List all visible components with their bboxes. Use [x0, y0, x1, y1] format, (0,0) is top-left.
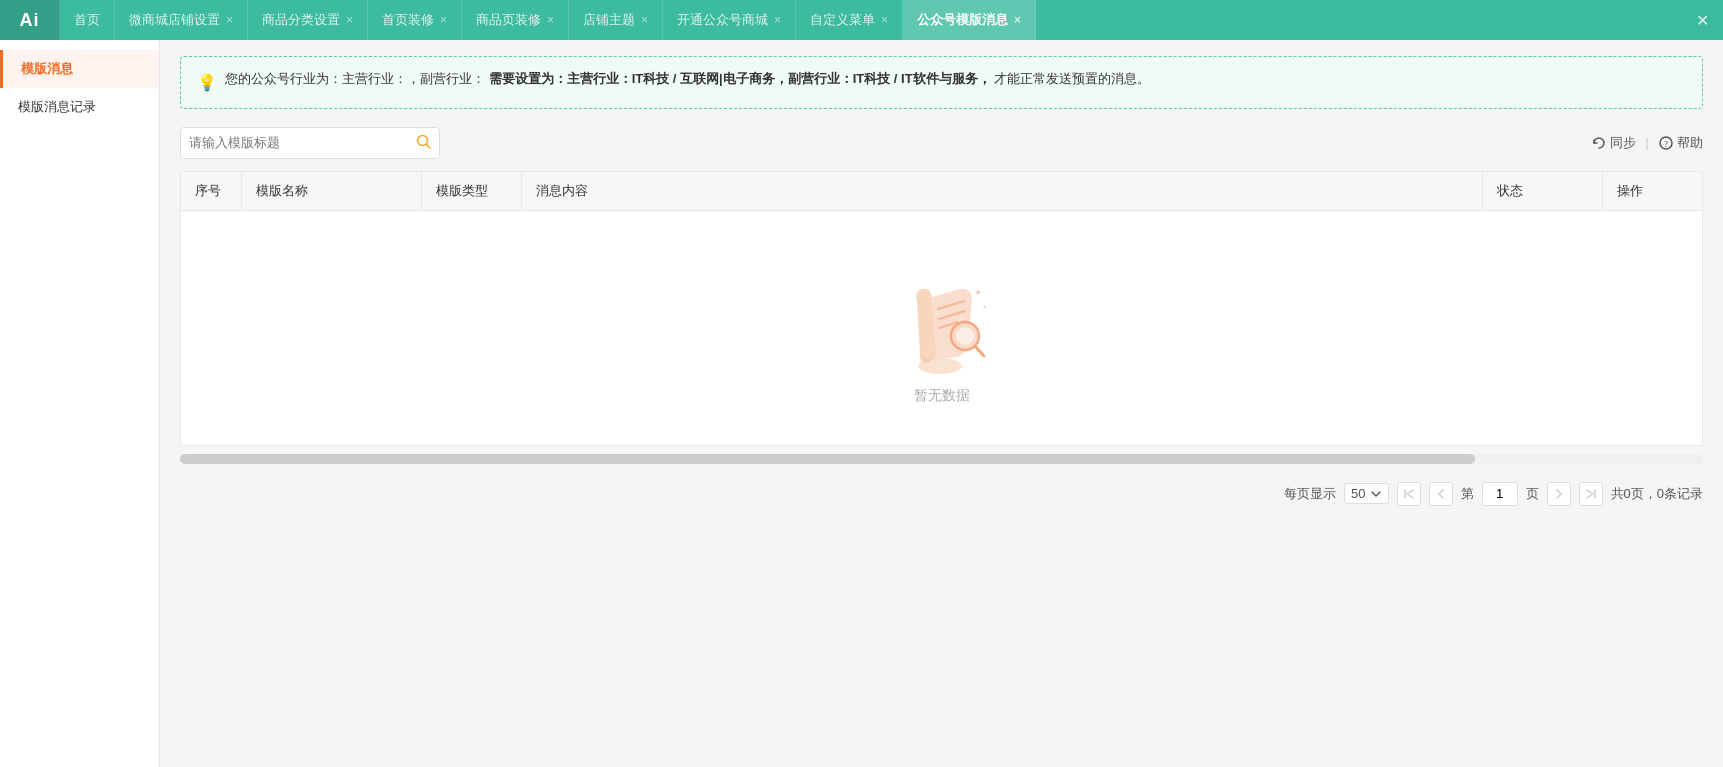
sync-label: 同步 — [1610, 134, 1636, 152]
svg-text:✦: ✦ — [982, 304, 987, 310]
nav-tab-label: 首页 — [74, 11, 100, 29]
close-all-button[interactable]: ✕ — [1682, 11, 1723, 30]
notice-highlight: 需要设置为：主营行业：IT科技 / 互联网|电子商务，副营行业：IT科技 / I… — [489, 71, 991, 86]
sidebar-item-template-message[interactable]: 模版消息 — [0, 50, 159, 88]
col-content: 消息内容 — [521, 172, 1482, 211]
svg-line-10 — [975, 346, 984, 356]
empty-state: ✦ ✦ 暂无数据 — [181, 211, 1702, 445]
col-action: 操作 — [1602, 172, 1702, 211]
nav-tab-shop-theme[interactable]: 店铺主题 × — [569, 0, 663, 40]
nav-tab-label: 首页装修 — [382, 11, 434, 29]
help-label: 帮助 — [1677, 134, 1703, 152]
close-icon[interactable]: × — [881, 13, 888, 27]
page-number-input[interactable] — [1482, 482, 1518, 506]
page-summary: 共0页，0条记录 — [1611, 485, 1703, 503]
main-content: 💡 您的公众号行业为：主营行业：，副营行业： 需要设置为：主营行业：IT科技 /… — [160, 40, 1723, 767]
search-bar: 同步 | ? 帮助 — [180, 127, 1703, 159]
sidebar: 模版消息 模版消息记录 — [0, 40, 160, 767]
empty-text: 暂无数据 — [914, 387, 970, 405]
nav-tab-label: 店铺主题 — [583, 11, 635, 29]
nav-tab-product-decor[interactable]: 商品页装修 × — [462, 0, 569, 40]
close-icon[interactable]: × — [547, 13, 554, 27]
table-wrap: 序号 模版名称 模版类型 消息内容 状态 — [180, 171, 1703, 446]
close-all-icon: ✕ — [1696, 12, 1709, 29]
nav-tab-open-mall[interactable]: 开通公众号商城 × — [663, 0, 796, 40]
nav-tab-product-category[interactable]: 商品分类设置 × — [248, 0, 368, 40]
chevron-down-icon — [1370, 488, 1382, 500]
close-icon[interactable]: × — [774, 13, 781, 27]
nav-tab-label: 微商城店铺设置 — [129, 11, 220, 29]
page-label-pre: 第 — [1461, 485, 1474, 503]
top-nav: Ai 首页 微商城店铺设置 × 商品分类设置 × 首页装修 × 商品页装修 × … — [0, 0, 1723, 40]
sync-icon — [1592, 136, 1606, 150]
nav-tab-shop-setting[interactable]: 微商城店铺设置 × — [115, 0, 248, 40]
first-page-icon — [1403, 488, 1415, 500]
search-input-wrap[interactable] — [180, 127, 440, 159]
search-input[interactable] — [189, 135, 416, 150]
empty-illustration: ✦ ✦ — [892, 271, 992, 371]
last-page-icon — [1585, 488, 1597, 500]
close-icon[interactable]: × — [346, 13, 353, 27]
svg-text:✦: ✦ — [974, 287, 982, 298]
svg-line-1 — [427, 144, 431, 148]
prev-page-button[interactable] — [1429, 482, 1453, 506]
nav-tab-label: 开通公众号商城 — [677, 11, 768, 29]
close-icon[interactable]: × — [641, 13, 648, 27]
close-icon[interactable]: × — [440, 13, 447, 27]
notice-box: 💡 您的公众号行业为：主营行业：，副营行业： 需要设置为：主营行业：IT科技 /… — [180, 56, 1703, 109]
page-label-post: 页 — [1526, 485, 1539, 503]
nav-logo[interactable]: Ai — [0, 0, 60, 40]
prev-page-icon — [1436, 489, 1446, 499]
notice-suffix: 才能正常发送预置的消息。 — [994, 71, 1150, 86]
svg-text:?: ? — [1664, 139, 1668, 149]
data-table: 序号 模版名称 模版类型 消息内容 状态 — [181, 172, 1702, 445]
toolbar-right: 同步 | ? 帮助 — [1592, 134, 1703, 152]
col-name: 模版名称 — [241, 172, 421, 211]
notice-icon: 💡 — [197, 70, 217, 96]
toolbar-divider: | — [1646, 135, 1649, 150]
nav-tab-label: 商品分类设置 — [262, 11, 340, 29]
nav-tab-label: 公众号模版消息 — [917, 11, 1008, 29]
svg-point-9 — [956, 327, 974, 345]
logo-text: Ai — [20, 10, 40, 31]
col-seq: 序号 — [181, 172, 241, 211]
close-icon[interactable]: × — [226, 13, 233, 27]
notice-prefix: 您的公众号行业为：主营行业：，副营行业： — [225, 71, 485, 86]
page-size-label: 每页显示 — [1284, 485, 1336, 503]
notice-text: 您的公众号行业为：主营行业：，副营行业： 需要设置为：主营行业：IT科技 / 互… — [225, 69, 1150, 90]
last-page-button[interactable] — [1579, 482, 1603, 506]
help-icon: ? — [1659, 136, 1673, 150]
next-page-button[interactable] — [1547, 482, 1571, 506]
nav-tab-template-msg[interactable]: 公众号模版消息 × — [903, 0, 1036, 40]
sidebar-item-label: 模版消息记录 — [18, 99, 96, 114]
sidebar-item-template-message-record[interactable]: 模版消息记录 — [0, 88, 159, 126]
page-size-select[interactable]: 50 — [1344, 483, 1388, 504]
col-status: 状态 — [1482, 172, 1602, 211]
nav-tab-home-decor[interactable]: 首页装修 × — [368, 0, 462, 40]
main-layout: 模版消息 模版消息记录 💡 您的公众号行业为：主营行业：，副营行业： 需要设置为… — [0, 40, 1723, 767]
sidebar-item-label: 模版消息 — [21, 61, 73, 76]
table-header-row: 序号 模版名称 模版类型 消息内容 状态 — [181, 172, 1702, 211]
col-type: 模版类型 — [421, 172, 521, 211]
nav-tab-custom-menu[interactable]: 自定义菜单 × — [796, 0, 903, 40]
search-icon[interactable] — [416, 134, 431, 152]
nav-tab-label: 商品页装修 — [476, 11, 541, 29]
first-page-button[interactable] — [1397, 482, 1421, 506]
next-page-icon — [1554, 489, 1564, 499]
nav-tab-home[interactable]: 首页 — [60, 0, 115, 40]
empty-state-row: ✦ ✦ 暂无数据 — [181, 210, 1702, 445]
scrollbar-thumb[interactable] — [180, 454, 1475, 464]
horizontal-scrollbar[interactable] — [180, 454, 1703, 464]
close-icon[interactable]: × — [1014, 13, 1021, 27]
page-size-value: 50 — [1351, 486, 1365, 501]
pagination: 每页显示 50 第 页 — [180, 472, 1703, 512]
nav-tab-label: 自定义菜单 — [810, 11, 875, 29]
help-button[interactable]: ? 帮助 — [1659, 134, 1703, 152]
sync-button[interactable]: 同步 — [1592, 134, 1636, 152]
